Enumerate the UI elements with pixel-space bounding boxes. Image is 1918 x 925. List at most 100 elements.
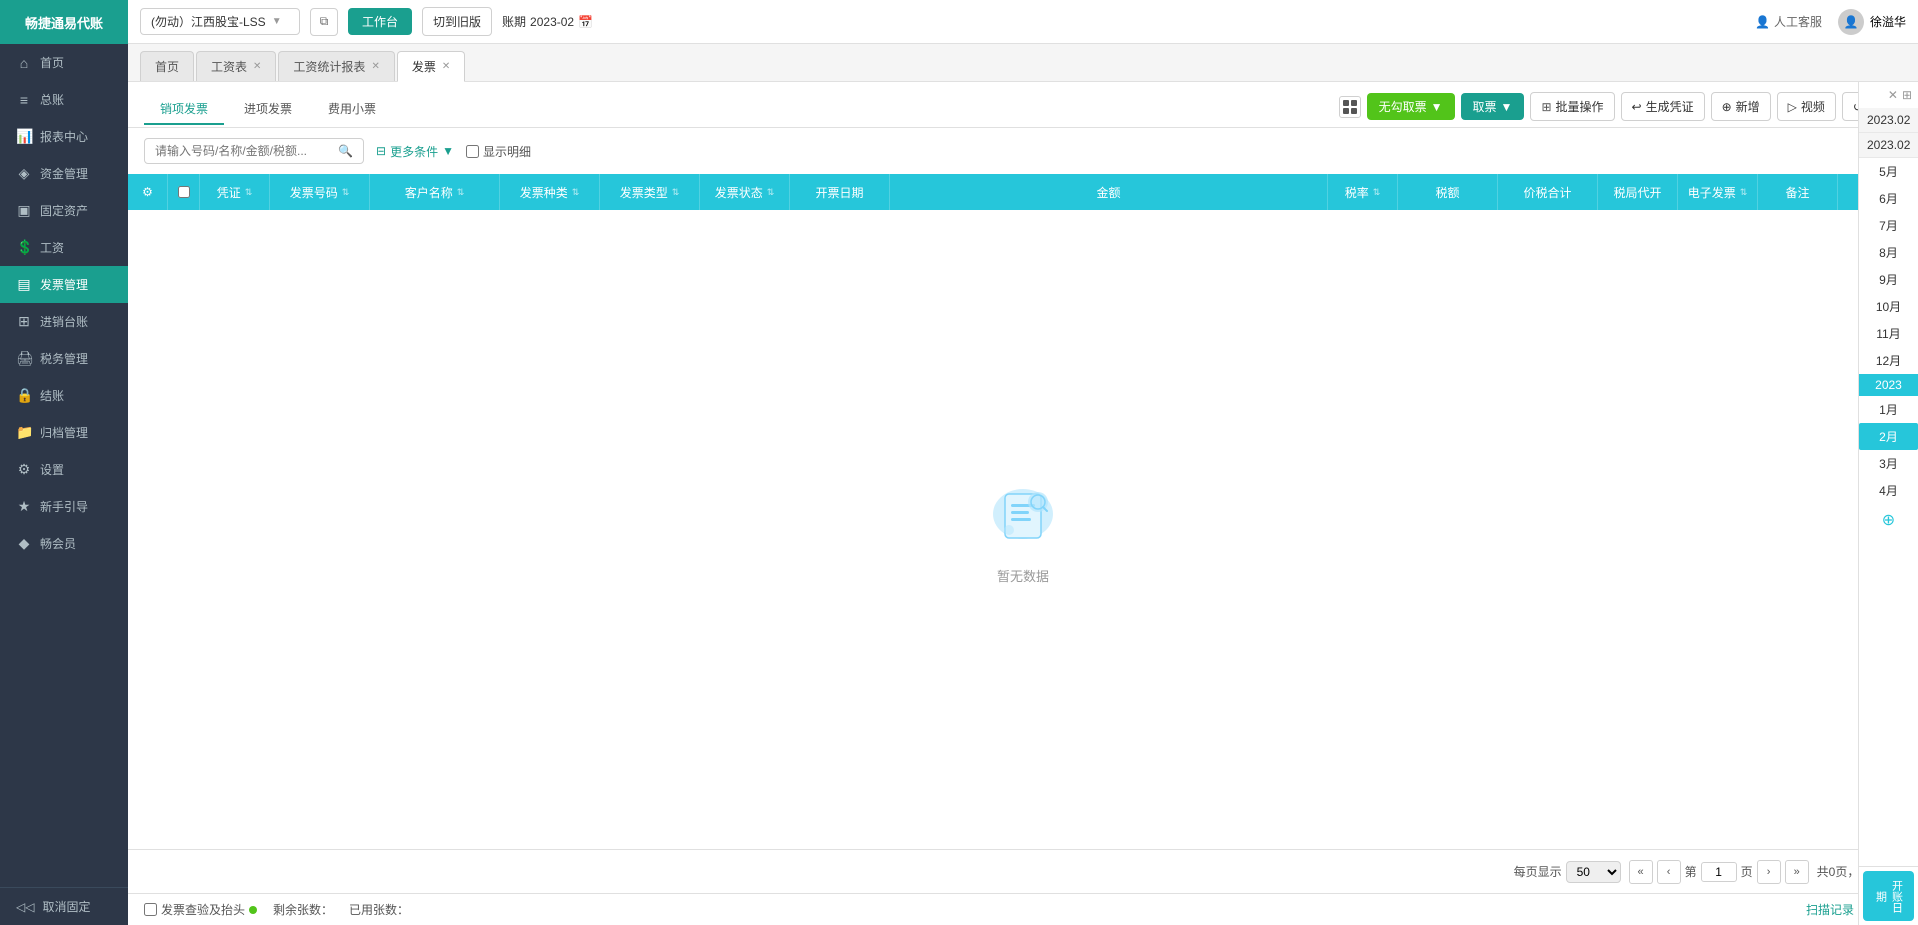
tab-home[interactable]: 首页 — [140, 51, 194, 81]
period-month-5[interactable]: 5月 — [1859, 158, 1918, 185]
period-header-item-1[interactable]: 2023.02 — [1859, 108, 1918, 133]
sidebar-item-member[interactable]: ◆ 畅会员 — [0, 525, 128, 562]
sidebar-item-archive[interactable]: 📁 归档管理 — [0, 414, 128, 451]
scan-record-link[interactable]: 扫描记录 — [1806, 901, 1854, 918]
grid-view-icon[interactable] — [1339, 96, 1361, 118]
more-filter-button[interactable]: ⊟ 更多条件 ▼ — [376, 143, 454, 160]
subtab-bar: 销项发票 进项发票 费用小票 无勾取票 ▼ — [128, 82, 1918, 128]
video-button[interactable]: ▷ 视频 — [1777, 92, 1836, 121]
sidebar-item-settings[interactable]: ⚙ 设置 — [0, 451, 128, 488]
th-tax-rate: 税率 ⇅ — [1328, 174, 1398, 210]
last-page-button[interactable]: » — [1785, 860, 1809, 884]
sidebar-item-home[interactable]: ⌂ 首页 — [0, 44, 128, 81]
th-settings[interactable]: ⚙ — [128, 174, 168, 210]
tab-invoice[interactable]: 发票 ✕ — [397, 51, 465, 82]
pagination-bar: 每页显示 50 20 100 « ‹ 第 页 › » 共0页，0条记录 — [128, 849, 1918, 893]
video-label: 视频 — [1801, 98, 1825, 115]
search-input-wrapper[interactable]: 🔍 — [144, 138, 364, 164]
tab-salary-stats-close[interactable]: ✕ — [371, 61, 379, 72]
page-size-selector[interactable]: 每页显示 50 20 100 — [1514, 861, 1621, 883]
service-button[interactable]: 👤 人工客服 — [1755, 13, 1822, 30]
period-month-9[interactable]: 9月 — [1859, 266, 1918, 293]
search-icon: 🔍 — [338, 144, 353, 158]
period-month-7[interactable]: 7月 — [1859, 212, 1918, 239]
sidebar-item-fixed-assets[interactable]: ▣ 固定资产 — [0, 192, 128, 229]
sidebar-item-tax-mgmt[interactable]: 🖨 税务管理 — [0, 340, 128, 377]
th-tax: 税额 — [1398, 174, 1498, 210]
sidebar-item-label: 归档管理 — [40, 424, 88, 441]
show-detail-checkbox[interactable] — [466, 145, 479, 158]
no-deduct-button[interactable]: 无勾取票 ▼ — [1367, 93, 1455, 120]
sidebar-item-label: 设置 — [40, 461, 64, 478]
period-2023-month-1[interactable]: 1月 — [1859, 396, 1918, 423]
sidebar-item-ledger[interactable]: ≡ 总账 — [0, 81, 128, 118]
first-page-button[interactable]: « — [1629, 860, 1653, 884]
tab-salary-label: 工资表 — [211, 58, 247, 75]
new-button[interactable]: ⊕ 新增 — [1711, 92, 1771, 121]
period-month-10[interactable]: 10月 — [1859, 293, 1918, 320]
select-all-checkbox[interactable] — [178, 186, 190, 198]
period-header-item-2[interactable]: 2023.02 — [1859, 133, 1918, 158]
sidebar-item-guide[interactable]: ★ 新手引导 — [0, 488, 128, 525]
period-scroll-btn[interactable]: ⊕ — [1859, 504, 1918, 536]
sidebar-item-reports[interactable]: 📊 报表中心 — [0, 118, 128, 155]
period-panel-close-btn[interactable]: ✕ — [1888, 88, 1898, 102]
user-info[interactable]: 👤 徐溢华 — [1838, 9, 1906, 35]
open-period-button[interactable]: 开账日期 — [1863, 871, 1914, 921]
prev-page-button[interactable]: ‹ — [1657, 860, 1681, 884]
tab-salary-close[interactable]: ✕ — [253, 61, 261, 72]
tab-salary[interactable]: 工资表 ✕ — [196, 51, 276, 81]
search-input[interactable] — [155, 144, 332, 158]
period-month-12[interactable]: 12月 — [1859, 347, 1918, 374]
page-size-select[interactable]: 50 20 100 — [1566, 861, 1621, 883]
sidebar-item-invoice-mgmt[interactable]: ▤ 发票管理 — [0, 266, 128, 303]
batch-op-button[interactable]: ⊞ 批量操作 — [1530, 92, 1614, 121]
next-page-button[interactable]: › — [1757, 860, 1781, 884]
tab-salary-stats[interactable]: 工资统计报表 ✕ — [278, 51, 394, 81]
company-selector[interactable]: (勿动）江西股宝-LSS ▼ — [140, 8, 300, 35]
period-year-2023[interactable]: 2023 — [1859, 374, 1918, 396]
sidebar-collapse-btn[interactable]: ◁◁ 取消固定 — [0, 888, 128, 925]
take-ticket-dropdown-icon: ▼ — [1501, 100, 1513, 114]
period-month-6[interactable]: 6月 — [1859, 185, 1918, 212]
tab-invoice-close[interactable]: ✕ — [442, 61, 450, 72]
sort-icon: ⇅ — [672, 187, 680, 198]
copy-button[interactable]: ⧉ — [310, 8, 338, 36]
empty-icon — [983, 474, 1063, 554]
invoice-check-checkbox[interactable] — [144, 903, 157, 916]
period-panel: ✕ ⊞ 2023.02 2023.02 5月 6月 7月 8月 9月 10月 1… — [1858, 82, 1918, 925]
period-month-11[interactable]: 11月 — [1859, 320, 1918, 347]
sidebar-item-label: 总账 — [40, 91, 64, 108]
th-check[interactable] — [168, 174, 200, 210]
page-input[interactable]: 第 页 — [1685, 862, 1753, 882]
period-panel-expand-btn[interactable]: ⊞ — [1902, 88, 1912, 102]
subtab-sales[interactable]: 销项发票 — [144, 94, 224, 125]
period-month-8[interactable]: 8月 — [1859, 239, 1918, 266]
period-panel-controls: ✕ ⊞ — [1859, 82, 1918, 108]
ledger-icon: ≡ — [16, 92, 32, 108]
sidebar-item-salary[interactable]: 💲 工资 — [0, 229, 128, 266]
period-2023-month-4[interactable]: 4月 — [1859, 477, 1918, 504]
collapse-icon: ◁◁ — [16, 900, 34, 914]
gen-voucher-button[interactable]: ↩ 生成凭证 — [1621, 92, 1705, 121]
subtab-expense[interactable]: 费用小票 — [312, 94, 392, 125]
period-2023-month-3[interactable]: 3月 — [1859, 450, 1918, 477]
sidebar-item-sales-ledger[interactable]: ⊞ 进销台账 — [0, 303, 128, 340]
tab-invoice-label: 发票 — [412, 58, 436, 75]
subtab-purchase-label: 进项发票 — [244, 102, 292, 116]
take-ticket-button[interactable]: 取票 ▼ — [1461, 93, 1525, 120]
workspace-button[interactable]: 工作台 — [348, 8, 412, 35]
status-dot — [249, 906, 257, 914]
show-detail-label[interactable]: 显示明细 — [466, 143, 531, 160]
subtab-purchase[interactable]: 进项发票 — [228, 94, 308, 125]
subtab-expense-label: 费用小票 — [328, 102, 376, 116]
th-tax-rate-label: 税率 — [1345, 184, 1369, 201]
batch-op-label: 批量操作 — [1556, 98, 1604, 115]
sidebar-item-close-account[interactable]: 🔒 结账 — [0, 377, 128, 414]
switch-version-button[interactable]: 切到旧版 — [422, 7, 492, 36]
page-number-input[interactable] — [1701, 862, 1737, 882]
th-invoice-category-label: 发票类型 — [620, 184, 668, 201]
period-2023-month-2[interactable]: 2月 — [1859, 423, 1918, 450]
sort-icon: ⇅ — [767, 187, 775, 198]
sidebar-item-funds[interactable]: ◈ 资金管理 — [0, 155, 128, 192]
